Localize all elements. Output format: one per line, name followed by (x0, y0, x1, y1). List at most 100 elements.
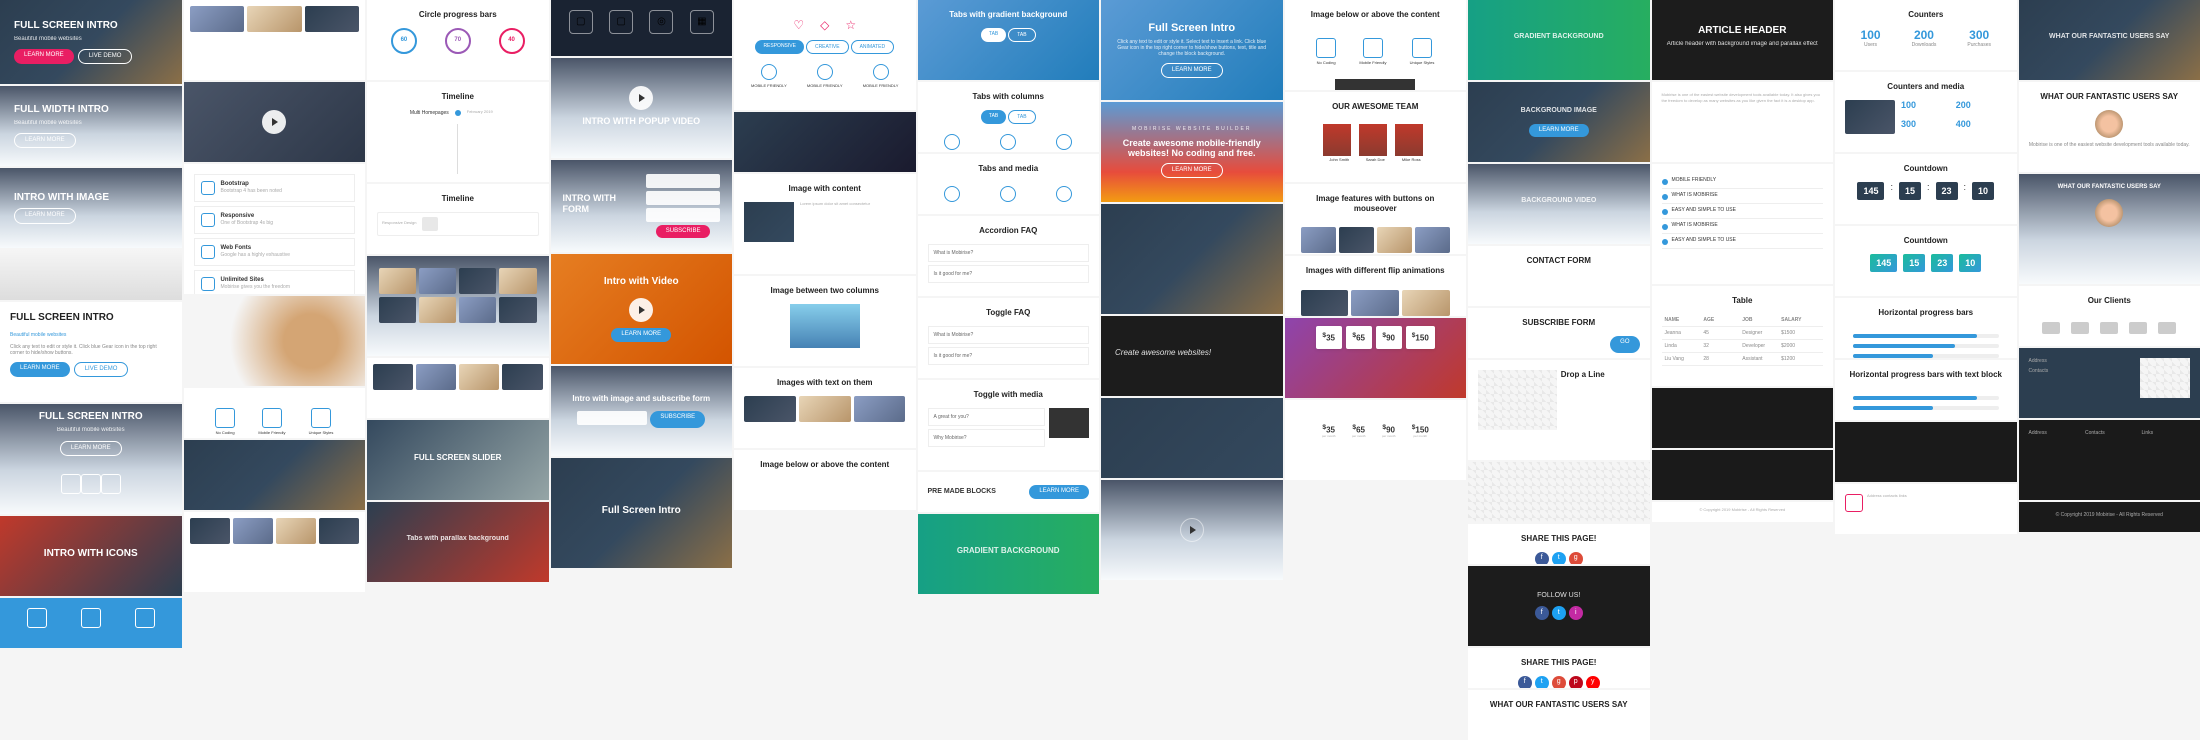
thumb[interactable] (459, 364, 499, 390)
form-input[interactable] (646, 208, 720, 222)
thumb[interactable] (419, 268, 456, 294)
facebook-icon[interactable]: f (1535, 606, 1549, 620)
thumb[interactable] (1351, 290, 1399, 316)
tab[interactable]: TAB (1008, 110, 1035, 124)
gallery-small (367, 358, 549, 418)
thumb[interactable] (1402, 290, 1450, 316)
form-input[interactable] (646, 191, 720, 205)
subscribe-button[interactable]: SUBSCRIBE (656, 225, 711, 238)
faq-item[interactable]: Is it good for me? (928, 265, 1090, 283)
email-input[interactable] (577, 411, 647, 425)
thumb[interactable] (459, 268, 496, 294)
subscribe-button[interactable]: SUBSCRIBE (650, 411, 705, 428)
section-title: Tabs with gradient background (928, 10, 1090, 20)
form-textarea[interactable] (1478, 291, 1640, 305)
play-icon[interactable] (262, 110, 286, 134)
play-icon[interactable] (629, 86, 653, 110)
form-input[interactable] (1478, 274, 1556, 288)
section-title: SHARE THIS PAGE! (1478, 658, 1640, 668)
feature-icon (201, 245, 215, 259)
map[interactable] (2140, 358, 2190, 398)
hero-title: Intro with image and subscribe form (572, 394, 710, 404)
gplus-icon[interactable]: g (1552, 676, 1566, 688)
play-icon[interactable] (629, 298, 653, 322)
learn-more-button[interactable]: LEARN MORE (1529, 124, 1589, 137)
instagram-icon[interactable]: i (1569, 606, 1583, 620)
live-demo-button[interactable]: LIVE DEMO (74, 362, 129, 377)
thumb[interactable] (247, 6, 302, 32)
thumb[interactable] (190, 6, 245, 32)
thumb[interactable] (744, 396, 796, 422)
thumb[interactable] (1415, 227, 1450, 253)
app-icon[interactable]: ▦ (690, 10, 714, 34)
form-input[interactable] (1561, 388, 1640, 396)
tab[interactable]: TAB (981, 28, 1006, 42)
thumb[interactable] (276, 518, 316, 544)
learn-more-button[interactable]: LEARN MORE (1029, 485, 1089, 498)
thumb[interactable] (799, 396, 851, 422)
learn-more-button[interactable]: LEARN MORE (14, 208, 76, 223)
thumb[interactable] (459, 297, 496, 323)
form-input[interactable] (1559, 274, 1637, 288)
thumb[interactable] (319, 518, 359, 544)
thumb[interactable] (854, 396, 906, 422)
learn-more-button[interactable]: LEARN MORE (1161, 63, 1223, 78)
thumb[interactable] (416, 364, 456, 390)
thumb[interactable] (499, 297, 536, 323)
faq-item[interactable]: What is Mobirise? (928, 326, 1090, 344)
learn-more-button[interactable]: LEARN MORE (10, 362, 70, 377)
form-input[interactable] (1561, 399, 1640, 407)
map-block[interactable] (1468, 462, 1650, 522)
play-icon[interactable] (1180, 518, 1204, 542)
thumb[interactable] (379, 297, 416, 323)
form-input[interactable] (646, 174, 720, 188)
tab-responsive[interactable]: RESPONSIVE (755, 40, 804, 54)
subscribe-button[interactable]: GO (1610, 336, 1639, 353)
tab-creative[interactable]: CREATIVE (806, 40, 849, 54)
thumb[interactable] (1301, 290, 1349, 316)
toggle-faq: Toggle FAQ What is Mobirise? Is it good … (918, 298, 1100, 378)
section-title: Horizontal progress bars (1845, 308, 2007, 318)
thumb[interactable] (233, 518, 273, 544)
pinterest-icon[interactable]: p (1569, 676, 1583, 688)
facebook-icon[interactable]: f (1535, 552, 1549, 564)
tab[interactable]: TAB (1008, 28, 1035, 42)
twitter-icon[interactable]: t (1552, 606, 1566, 620)
section-title: Image features with buttons on mouseover (1295, 194, 1457, 213)
live-demo-button[interactable]: LIVE DEMO (78, 49, 133, 64)
thumb[interactable] (502, 364, 542, 390)
thumb[interactable] (1377, 227, 1412, 253)
thumb[interactable] (499, 268, 536, 294)
map[interactable] (1478, 370, 1557, 430)
twitter-icon[interactable]: t (1552, 552, 1566, 564)
cd-secs: 10 (1959, 254, 1981, 273)
learn-more-button[interactable]: LEARN MORE (14, 133, 76, 148)
thumb[interactable] (305, 6, 360, 32)
mountain-image (184, 440, 366, 510)
faq-item[interactable]: What is Mobirise? (928, 244, 1090, 262)
learn-more-button[interactable]: LEARN MORE (14, 49, 74, 64)
faq-item[interactable]: A great for you? (928, 408, 1046, 426)
tab-animated[interactable]: ANIMATED (851, 40, 894, 54)
twitter-icon[interactable]: t (1535, 676, 1549, 688)
target-icon[interactable]: ◎ (649, 10, 673, 34)
gplus-icon[interactable]: g (1569, 552, 1583, 564)
thumb[interactable] (190, 518, 230, 544)
learn-more-button[interactable]: LEARN MORE (1161, 163, 1223, 178)
thumb[interactable] (1301, 227, 1336, 253)
facebook-icon[interactable]: f (1518, 676, 1532, 688)
tab[interactable]: TAB (981, 110, 1006, 124)
faq-item[interactable]: Is it good for me? (928, 347, 1090, 365)
countdown-block: Countdown 145: 15: 23: 10 (1835, 154, 2017, 224)
email-input[interactable] (1478, 336, 1607, 350)
youtube-icon[interactable]: y (1586, 676, 1600, 688)
thumb[interactable] (379, 268, 416, 294)
thumb[interactable] (1339, 227, 1374, 253)
fullscreen-icon[interactable]: ▢ (569, 10, 593, 34)
faq-item[interactable]: Why Mobirise? (928, 429, 1046, 447)
learn-more-button[interactable]: LEARN MORE (60, 441, 122, 456)
thumb[interactable] (419, 297, 456, 323)
slider-icon[interactable]: ▢ (609, 10, 633, 34)
thumb[interactable] (373, 364, 413, 390)
learn-more-button[interactable]: LEARN MORE (611, 328, 671, 341)
